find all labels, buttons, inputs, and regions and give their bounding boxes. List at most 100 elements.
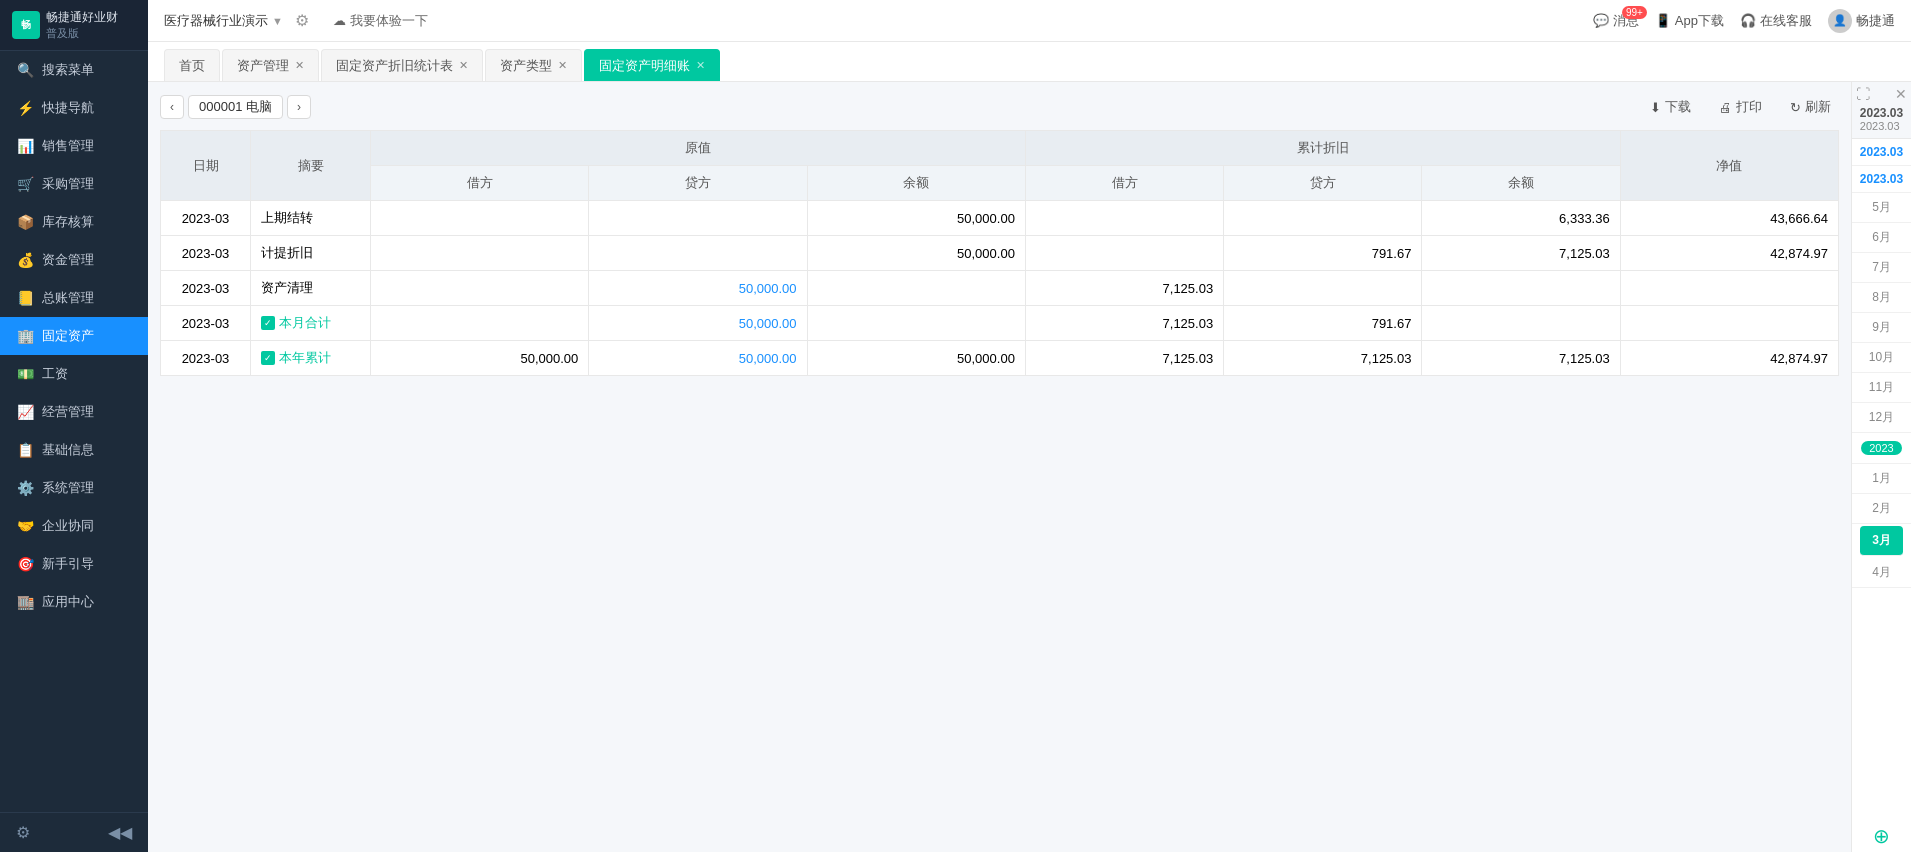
tab-asset-detail[interactable]: 固定资产明细账 ✕ bbox=[584, 49, 720, 81]
sidebar-item-inventory[interactable]: 📦库存核算 bbox=[0, 203, 148, 241]
logo-text: 畅捷通好业财 普及版 bbox=[46, 10, 118, 40]
tab-close-icon[interactable]: ✕ bbox=[295, 59, 304, 72]
timeline-header: ✕ ⛶ 2023.03 2023.03 bbox=[1852, 82, 1911, 139]
cell-acc-balance bbox=[1422, 306, 1620, 341]
tab-label: 资产类型 bbox=[500, 57, 552, 75]
timeline-item-1月[interactable]: 1月 bbox=[1852, 464, 1911, 494]
timeline-item-11月[interactable]: 11月 bbox=[1852, 373, 1911, 403]
basic-info-icon: 📋 bbox=[16, 441, 34, 459]
timeline-item-2023.03[interactable]: 2023.03 bbox=[1852, 139, 1911, 166]
tab-home[interactable]: 首页 bbox=[164, 49, 220, 81]
timeline-item-5月[interactable]: 5月 bbox=[1852, 193, 1911, 223]
timeline-scroll-down-icon[interactable]: ⊕ bbox=[1852, 820, 1911, 852]
cell-net-value: 42,874.97 bbox=[1620, 341, 1838, 376]
sidebar-item-label: 新手引导 bbox=[42, 555, 94, 573]
header-settings-icon[interactable]: ⚙ bbox=[295, 11, 309, 30]
cell-acc-debit: 7,125.03 bbox=[1025, 341, 1223, 376]
timeline-close-icon[interactable]: ✕ bbox=[1895, 86, 1907, 102]
timeline-item-10月[interactable]: 10月 bbox=[1852, 343, 1911, 373]
fixed-assets-icon: 🏢 bbox=[16, 327, 34, 345]
cell-acc-credit: 791.67 bbox=[1224, 306, 1422, 341]
sidebar-item-operations[interactable]: 📈 经营管理 bbox=[0, 393, 148, 431]
cell-orig-credit: 50,000.00 bbox=[589, 341, 807, 376]
sidebar-item-app-center[interactable]: 🏬应用中心 bbox=[0, 583, 148, 621]
tab-close-icon[interactable]: ✕ bbox=[558, 59, 567, 72]
dropdown-arrow-icon: ▼ bbox=[272, 15, 283, 27]
tab-depreciation-stats[interactable]: 固定资产折旧统计表 ✕ bbox=[321, 49, 483, 81]
operations-icon: 📈 bbox=[16, 403, 34, 421]
cell-orig-debit bbox=[371, 306, 589, 341]
sidebar-item-collaboration[interactable]: 🤝企业协同 bbox=[0, 507, 148, 545]
timeline-item-9月[interactable]: 9月 bbox=[1852, 313, 1911, 343]
company-selector[interactable]: 医疗器械行业演示 ▼ bbox=[164, 12, 283, 30]
message-icon: 💬 bbox=[1593, 13, 1609, 28]
collapse-icon[interactable]: ◀◀ bbox=[108, 823, 132, 842]
timeline-item-2月[interactable]: 2月 bbox=[1852, 494, 1911, 524]
nav-arrows: ‹ 000001 电脑 › bbox=[160, 95, 311, 119]
cell-orig-credit bbox=[589, 201, 807, 236]
guide-icon: 🎯 bbox=[16, 555, 34, 573]
timeline-expand-icon[interactable]: ⛶ bbox=[1856, 86, 1870, 102]
timeline-item-4月[interactable]: 4月 bbox=[1852, 558, 1911, 588]
search-icon: 🔍 bbox=[16, 61, 34, 79]
user-profile[interactable]: 👤 畅捷通 bbox=[1828, 9, 1895, 33]
timeline-item-12月[interactable]: 12月 bbox=[1852, 403, 1911, 433]
sidebar-item-ledger[interactable]: 📒总账管理 bbox=[0, 279, 148, 317]
col-orig-debit: 借方 bbox=[371, 166, 589, 201]
tab-close-icon[interactable]: ✕ bbox=[696, 59, 705, 72]
sales-icon: 📊 bbox=[16, 137, 34, 155]
sidebar-item-purchase[interactable]: 🛒采购管理 bbox=[0, 165, 148, 203]
experience-button[interactable]: ☁ 我要体验一下 bbox=[333, 12, 428, 30]
download-button[interactable]: ⬇ 下载 bbox=[1642, 94, 1699, 120]
tabs-bar: 首页资产管理✕ 固定资产折旧统计表 ✕ 资产类型 ✕ 固定资产明细账 ✕ bbox=[148, 42, 1911, 82]
tab-label: 固定资产明细账 bbox=[599, 57, 690, 75]
settings-bottom-icon[interactable]: ⚙ bbox=[16, 823, 30, 842]
timeline-item-8月[interactable]: 8月 bbox=[1852, 283, 1911, 313]
sidebar-item-finance[interactable]: 💰资金管理 bbox=[0, 241, 148, 279]
sidebar-item-guide[interactable]: 🎯 新手引导 bbox=[0, 545, 148, 583]
tab-close-icon[interactable]: ✕ bbox=[459, 59, 468, 72]
timeline-item-2023[interactable]: 2023 bbox=[1852, 433, 1911, 464]
col-accumulated-depreciation: 累计折旧 bbox=[1025, 131, 1620, 166]
cell-acc-balance: 7,125.03 bbox=[1422, 341, 1620, 376]
cell-acc-balance: 6,333.36 bbox=[1422, 201, 1620, 236]
timeline-item-6月[interactable]: 6月 bbox=[1852, 223, 1911, 253]
print-button[interactable]: 🖨 打印 bbox=[1711, 94, 1770, 120]
sidebar-item-search[interactable]: 🔍搜索菜单 bbox=[0, 51, 148, 89]
table-row: 2023-03 上期结转 50,000.00 6,333.36 43,666.6… bbox=[161, 201, 1839, 236]
next-button[interactable]: › bbox=[287, 95, 311, 119]
download-icon: ⬇ bbox=[1650, 100, 1661, 115]
sidebar-item-quick-nav[interactable]: ⚡快捷导航 bbox=[0, 89, 148, 127]
sidebar-item-sales[interactable]: 📊销售管理 bbox=[0, 127, 148, 165]
col-acc-credit: 贷方 bbox=[1224, 166, 1422, 201]
cell-net-value: 43,666.64 bbox=[1620, 201, 1838, 236]
cell-acc-credit bbox=[1224, 201, 1422, 236]
sidebar-item-basic-info[interactable]: 📋基础信息 bbox=[0, 431, 148, 469]
sidebar-item-fixed-assets[interactable]: 🏢固定资产 bbox=[0, 317, 148, 355]
cell-net-value bbox=[1620, 271, 1838, 306]
cell-orig-balance: 50,000.00 bbox=[807, 201, 1025, 236]
col-orig-credit: 贷方 bbox=[589, 166, 807, 201]
tab-label: 固定资产折旧统计表 bbox=[336, 57, 453, 75]
logo-icon: 畅 bbox=[12, 11, 40, 39]
timeline-item-2023.03[interactable]: 2023.03 bbox=[1852, 166, 1911, 193]
sidebar-item-payroll[interactable]: 💵工资 bbox=[0, 355, 148, 393]
app-download-action[interactable]: 📱 App下载 bbox=[1655, 12, 1724, 30]
cell-orig-debit bbox=[371, 201, 589, 236]
cell-orig-debit bbox=[371, 236, 589, 271]
sidebar-item-system[interactable]: ⚙️系统管理 bbox=[0, 469, 148, 507]
prev-button[interactable]: ‹ bbox=[160, 95, 184, 119]
timeline-item-3月[interactable]: 3月 bbox=[1860, 526, 1903, 556]
phone-icon: 📱 bbox=[1655, 13, 1671, 28]
table-row: 2023-03 ✓ 本年累计 50,000.00 50,000.00 50,00… bbox=[161, 341, 1839, 376]
refresh-button[interactable]: ↻ 刷新 bbox=[1782, 94, 1839, 120]
customer-service-action[interactable]: 🎧 在线客服 bbox=[1740, 12, 1812, 30]
sidebar-item-label: 资金管理 bbox=[42, 251, 94, 269]
tab-asset-mgmt[interactable]: 资产管理✕ bbox=[222, 49, 319, 81]
tab-asset-type[interactable]: 资产类型 ✕ bbox=[485, 49, 582, 81]
timeline-item-7月[interactable]: 7月 bbox=[1852, 253, 1911, 283]
purchase-icon: 🛒 bbox=[16, 175, 34, 193]
app-center-icon: 🏬 bbox=[16, 593, 34, 611]
sidebar-item-label: 经营管理 bbox=[42, 403, 94, 421]
message-action[interactable]: 💬 消息 99+ bbox=[1593, 12, 1639, 30]
